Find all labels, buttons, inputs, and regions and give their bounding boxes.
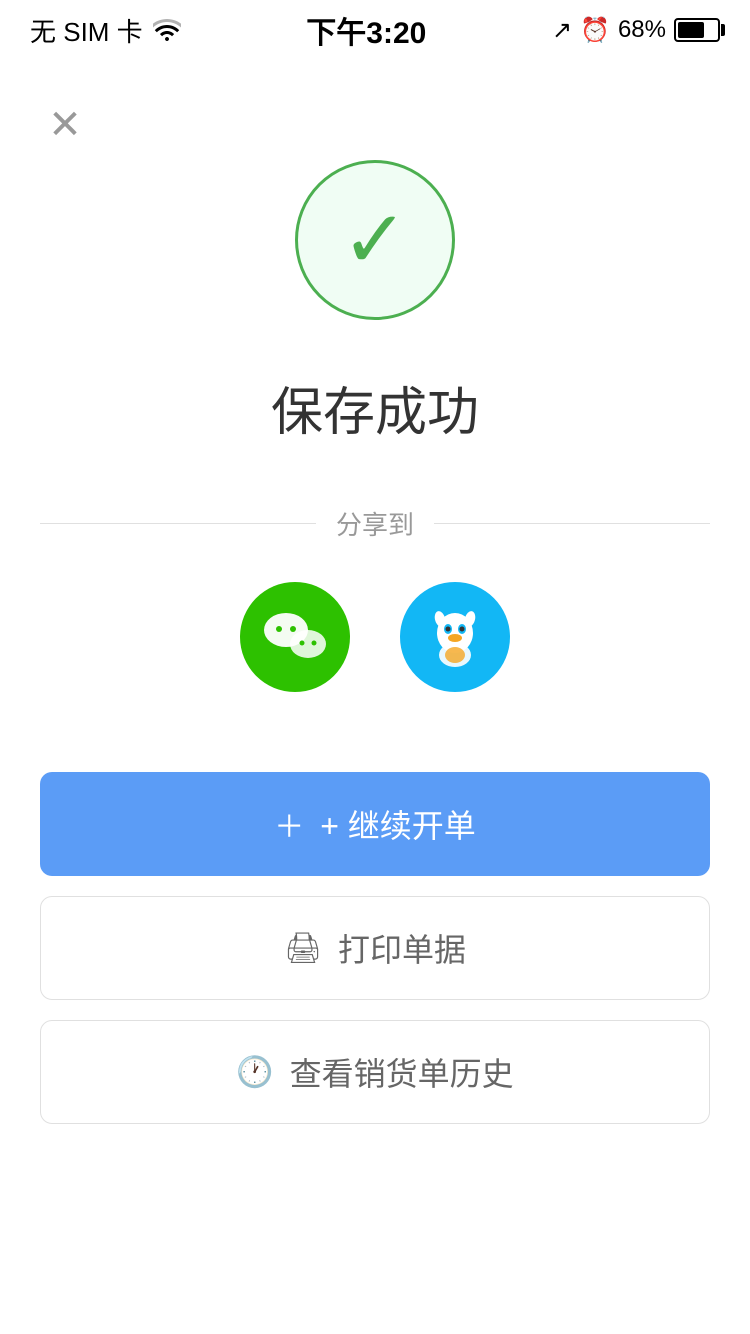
continue-button[interactable]: ＋ + 继续开单 (40, 772, 710, 876)
main-content: ✕ ✓ 保存成功 分享到 (0, 60, 750, 1334)
print-label: 打印单据 (338, 925, 466, 971)
battery-percent: 68% (618, 16, 666, 44)
history-label: 查看销货单历史 (290, 1049, 514, 1095)
history-button[interactable]: 🕐 查看销货单历史 (40, 1020, 710, 1124)
close-icon: ✕ (48, 105, 82, 145)
plus-icon: ＋ (274, 802, 304, 846)
status-carrier: 无 SIM 卡 (30, 12, 181, 49)
close-button[interactable]: ✕ (40, 100, 90, 150)
share-label: 分享到 (336, 505, 414, 542)
print-icon: 🖨 (284, 931, 322, 966)
status-time: 下午3:20 (306, 8, 426, 52)
continue-label: + 继续开单 (320, 801, 476, 847)
actions-container: ＋ + 继续开单 🖨 打印单据 🕐 查看销货单历史 (40, 772, 710, 1124)
wifi-icon (153, 19, 181, 41)
print-button[interactable]: 🖨 打印单据 (40, 896, 710, 1000)
location-icon: ↗ (552, 16, 572, 45)
share-icons (240, 582, 510, 692)
status-bar: 无 SIM 卡 下午3:20 ↗ ⏰ 68% (0, 0, 750, 60)
status-right: ↗ ⏰ 68% (552, 16, 720, 45)
wechat-share-button[interactable] (240, 582, 350, 692)
qq-icon (423, 605, 488, 670)
history-icon: 🕐 (236, 1055, 273, 1090)
wechat-icon (260, 602, 330, 672)
success-title: 保存成功 (271, 370, 479, 445)
checkmark-icon: ✓ (341, 200, 408, 280)
divider-left (40, 523, 316, 524)
battery-icon (674, 18, 720, 42)
divider-right (434, 523, 710, 524)
alarm-icon: ⏰ (580, 16, 610, 45)
battery-fill (678, 22, 704, 38)
qq-share-button[interactable] (400, 582, 510, 692)
divider-container: 分享到 (40, 505, 710, 542)
success-circle: ✓ (295, 160, 455, 320)
carrier-text: 无 SIM 卡 (30, 12, 143, 49)
share-section: 分享到 (40, 505, 710, 692)
